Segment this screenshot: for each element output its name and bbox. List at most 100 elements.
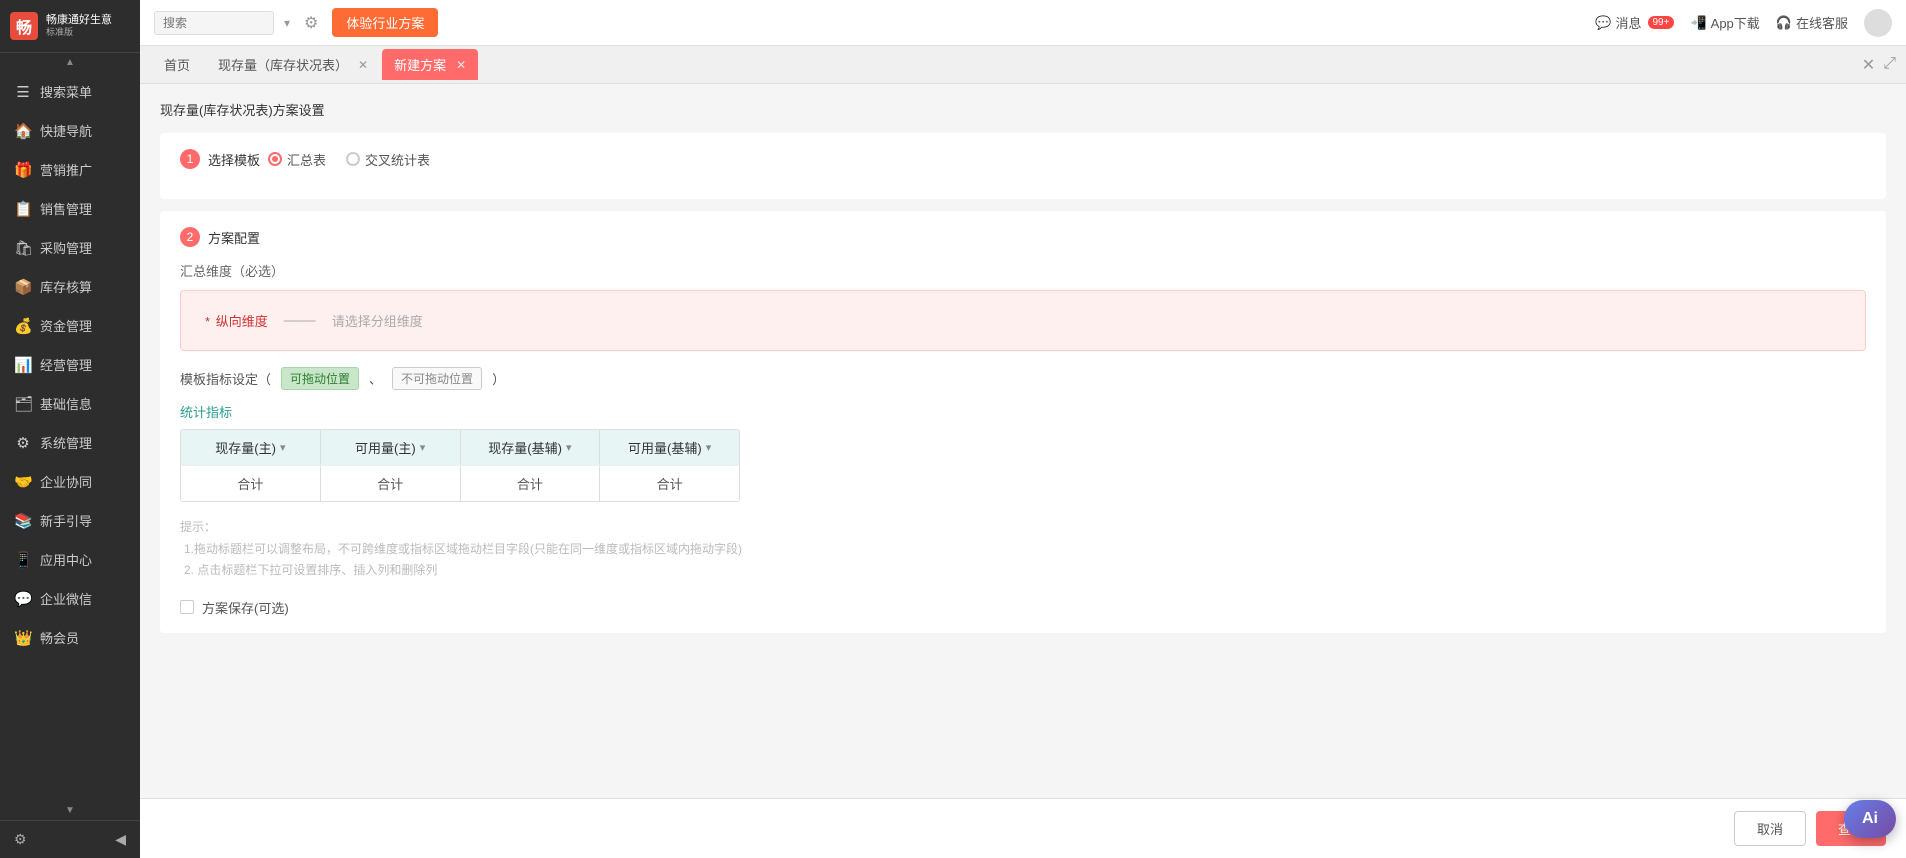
- sidebar-item-label: 搜索菜单: [40, 82, 92, 101]
- stats-cell-1-1: 合计: [181, 466, 321, 501]
- sidebar-item-label: 企业协同: [40, 472, 92, 491]
- ai-fab-button[interactable]: Ai: [1844, 800, 1896, 838]
- tab-inventory-status[interactable]: 现存量（库存状况表） ✕: [204, 47, 382, 82]
- save-option-label: 方案保存(可选): [202, 598, 289, 617]
- settings-icon[interactable]: ⚙: [14, 831, 27, 848]
- ai-fab-label: Ai: [1862, 810, 1878, 828]
- search-menu-icon: ☰: [14, 83, 32, 101]
- stats-col-4-dropdown-icon[interactable]: ▾: [706, 441, 712, 454]
- step1-header: 1 选择模板 汇总表 交叉统计表: [180, 149, 1866, 169]
- tip-1: 1.拖动标题栏可以调整布局，不可跨维度或指标区域拖动栏目字段(只能在同一维度或指…: [180, 539, 1866, 561]
- gift-icon: 🎁: [14, 161, 32, 179]
- summary-radio-label: 汇总表: [287, 150, 326, 169]
- sidebar-scroll-up[interactable]: ▲: [0, 53, 140, 72]
- logo-icon: 畅: [10, 12, 38, 40]
- sidebar-item-quick-nav[interactable]: 🏠 快捷导航: [0, 111, 140, 150]
- summary-radio-dot[interactable]: [268, 152, 282, 166]
- dimension-placeholder: 请选择分组维度: [332, 311, 423, 330]
- sidebar-item-purchase[interactable]: 🛍 采购管理: [0, 228, 140, 267]
- cta-button[interactable]: 体验行业方案: [332, 8, 438, 37]
- cancel-button[interactable]: 取消: [1734, 811, 1806, 846]
- tab-inventory-close-icon[interactable]: ✕: [358, 58, 368, 72]
- tab-new-scheme-label: 新建方案: [394, 55, 446, 74]
- sidebar-item-label: 应用中心: [40, 550, 92, 569]
- tabbar: 首页 现存量（库存状况表） ✕ 新建方案 ✕ ✕ ⤢: [140, 46, 1906, 84]
- sidebar-item-membership[interactable]: 👑 畅会员: [0, 618, 140, 657]
- tab-new-scheme[interactable]: 新建方案 ✕: [382, 49, 478, 80]
- stats-cell-1-4: 合计: [600, 466, 739, 501]
- sidebar: 畅 畅康通好生意 标准版 ▲ ☰ 搜索菜单 🏠 快捷导航 🎁 营销推广 📋 销售…: [0, 0, 140, 858]
- page-title: 现存量(库存状况表)方案设置: [160, 100, 1886, 119]
- sidebar-item-system[interactable]: ⚙ 系统管理: [0, 423, 140, 462]
- stats-col-1-label: 现存量(主): [215, 438, 276, 457]
- stats-col-3-label: 现存量(基辅): [488, 438, 562, 457]
- save-option: 方案保存(可选): [180, 598, 1866, 617]
- template-summary-option[interactable]: 汇总表: [268, 150, 326, 169]
- stats-col-1-header[interactable]: 现存量(主) ▾: [181, 430, 321, 465]
- sidebar-item-label: 企业微信: [40, 589, 92, 608]
- tip-title: 提示：: [180, 517, 1866, 539]
- stats-cell-1-2: 合计: [321, 466, 461, 501]
- tab-home[interactable]: 首页: [150, 47, 204, 82]
- logo-text: 畅康通好生意 标准版: [46, 13, 112, 39]
- topbar-right: 💬 消息 99+ 📲 App下载 🎧 在线客服: [1595, 9, 1892, 37]
- stats-col-2-header[interactable]: 可用量(主) ▾: [321, 430, 461, 465]
- user-avatar[interactable]: [1864, 9, 1892, 37]
- stats-section-label: 统计指标: [180, 402, 1866, 421]
- app-center-icon: 📱: [14, 551, 32, 569]
- sidebar-item-label: 资金管理: [40, 316, 92, 335]
- sidebar-item-label: 新手引导: [40, 511, 92, 530]
- sidebar-item-operations[interactable]: 📊 经营管理: [0, 345, 140, 384]
- message-icon: 💬: [1595, 15, 1611, 31]
- stats-col-3-dropdown-icon[interactable]: ▾: [566, 441, 572, 454]
- home-icon: 🏠: [14, 122, 32, 140]
- sidebar-item-finance[interactable]: 💰 资金管理: [0, 306, 140, 345]
- tab-expand-control[interactable]: ⤢: [1883, 55, 1896, 75]
- membership-icon: 👑: [14, 629, 32, 647]
- search-input[interactable]: [154, 11, 274, 35]
- search-dropdown-icon[interactable]: ▾: [284, 16, 290, 30]
- messages-button[interactable]: 💬 消息 99+: [1595, 13, 1674, 32]
- wechat-icon: 💬: [14, 590, 32, 608]
- sidebar-item-label: 采购管理: [40, 238, 92, 257]
- stats-col-2-dropdown-icon[interactable]: ▾: [420, 441, 426, 454]
- tab-close-control[interactable]: ✕: [1862, 55, 1875, 75]
- indicator-settings-row: 模板指标设定（ 可拖动位置 、 不可拖动位置 ）: [180, 367, 1866, 390]
- footer-actions: 取消 查询: [140, 798, 1906, 858]
- content-area: 现存量(库存状况表)方案设置 1 选择模板 汇总表 交叉统计表: [140, 84, 1906, 798]
- dimension-area[interactable]: * 纵向维度 —— 请选择分组维度: [180, 290, 1866, 351]
- messages-badge: 99+: [1648, 16, 1675, 29]
- download-icon: 📲: [1690, 15, 1706, 31]
- step1-badge: 1: [180, 149, 200, 169]
- cross-radio-dot[interactable]: [346, 152, 360, 166]
- inventory-icon: 📦: [14, 278, 32, 296]
- gear-icon[interactable]: ⚙: [304, 13, 318, 33]
- customer-service-button[interactable]: 🎧 在线客服: [1776, 13, 1848, 32]
- tabbar-controls: ✕ ⤢: [1862, 55, 1896, 75]
- sidebar-item-inventory[interactable]: 📦 库存核算: [0, 267, 140, 306]
- collapse-icon[interactable]: ◀: [115, 831, 126, 848]
- app-download-button[interactable]: 📲 App下载: [1690, 13, 1759, 32]
- sidebar-item-wechat[interactable]: 💬 企业微信: [0, 579, 140, 618]
- step1-card: 1 选择模板 汇总表 交叉统计表: [160, 133, 1886, 199]
- tab-new-scheme-close-icon[interactable]: ✕: [456, 58, 466, 72]
- stats-col-4-header[interactable]: 可用量(基辅) ▾: [600, 430, 739, 465]
- template-cross-option[interactable]: 交叉统计表: [346, 150, 430, 169]
- cooperation-icon: 🤝: [14, 473, 32, 491]
- sidebar-item-new-guide[interactable]: 📚 新手引导: [0, 501, 140, 540]
- headset-icon: 🎧: [1776, 15, 1792, 31]
- sidebar-item-app-center[interactable]: 📱 应用中心: [0, 540, 140, 579]
- stats-col-1-dropdown-icon[interactable]: ▾: [280, 441, 286, 454]
- sidebar-item-marketing[interactable]: 🎁 营销推广: [0, 150, 140, 189]
- sidebar-item-cooperation[interactable]: 🤝 企业协同: [0, 462, 140, 501]
- sidebar-scroll-down[interactable]: ▼: [0, 801, 140, 820]
- step1-label: 选择模板: [208, 150, 260, 169]
- sidebar-item-basic-info[interactable]: 🗂 基础信息: [0, 384, 140, 423]
- sidebar-item-search-menu[interactable]: ☰ 搜索菜单: [0, 72, 140, 111]
- template-radio-group: 汇总表 交叉统计表: [268, 150, 430, 169]
- system-icon: ⚙: [14, 434, 32, 452]
- dimension-dash: ——: [284, 312, 316, 330]
- sidebar-item-sales[interactable]: 📋 销售管理: [0, 189, 140, 228]
- save-checkbox[interactable]: [180, 600, 194, 614]
- stats-col-3-header[interactable]: 现存量(基辅) ▾: [461, 430, 601, 465]
